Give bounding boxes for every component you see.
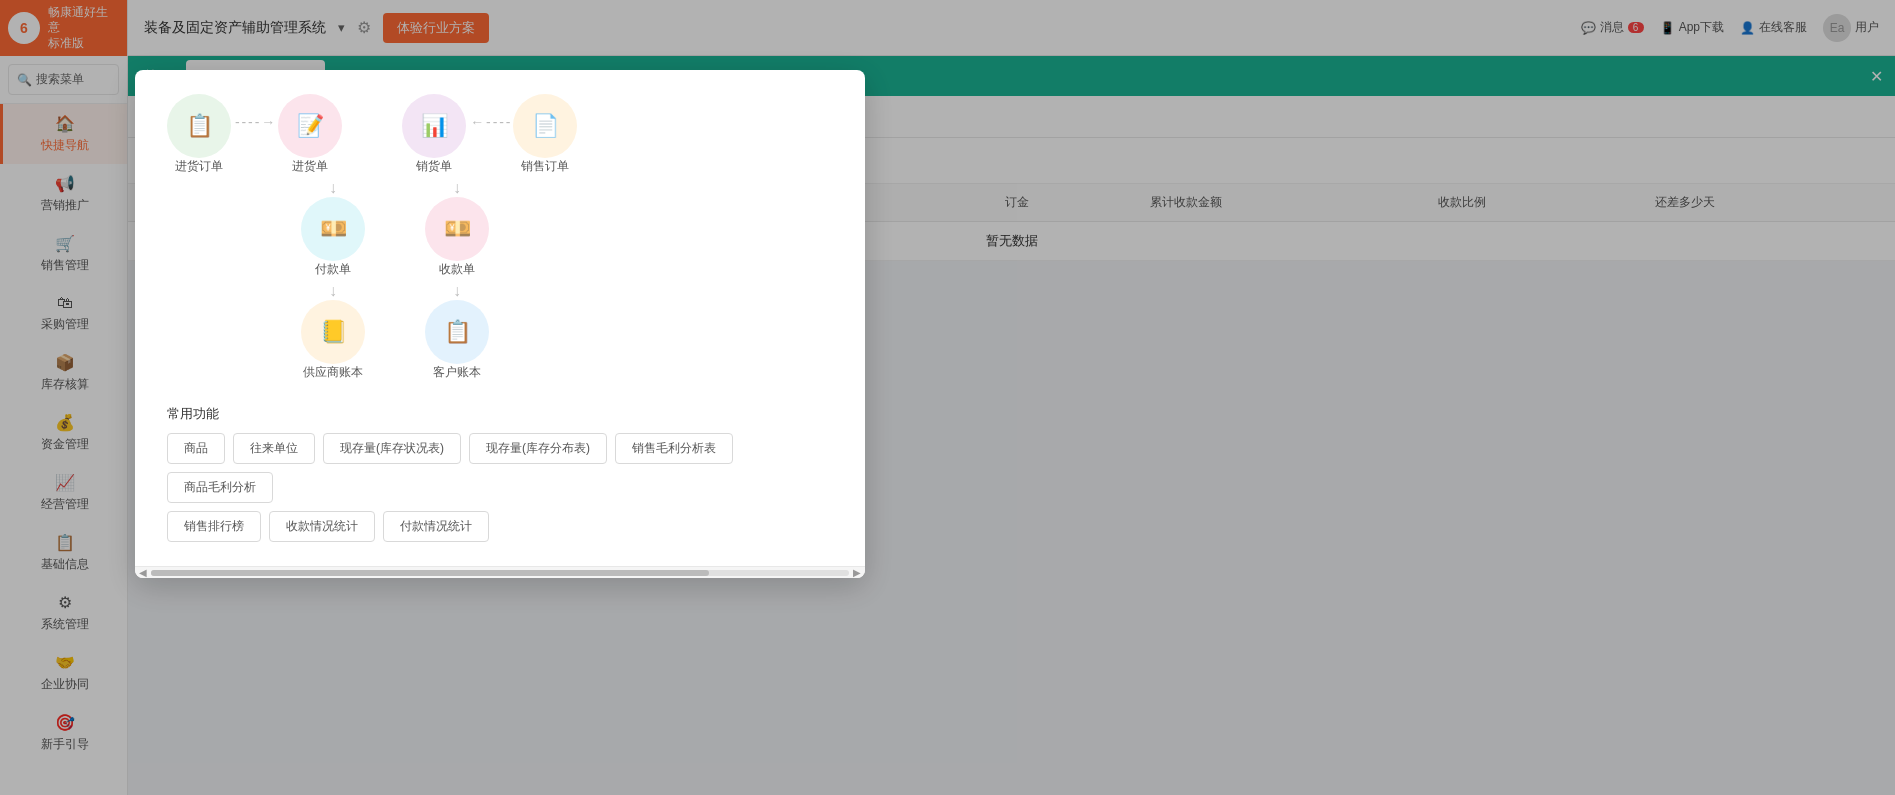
arrow-sb-receipt: ↓ — [425, 179, 489, 197]
arrow-pb-payment: ↓ — [301, 179, 365, 197]
func-buttons-row2: 销售排行榜 收款情况统计 付款情况统计 — [167, 511, 833, 542]
scrollbar-track[interactable] — [151, 570, 849, 576]
common-functions-title: 常用功能 — [167, 405, 833, 423]
modal-box: 📋 进货订单 - - - - → 📝 进货单 📊 销货单 — [135, 70, 865, 578]
arrow-po-pb: - - - - → — [231, 114, 278, 130]
func-btn-payment-stats[interactable]: 付款情况统计 — [383, 511, 489, 542]
purchase-bill-icon: 📝 — [278, 94, 342, 158]
func-btn-stock-status[interactable]: 现存量(库存状况表) — [323, 433, 461, 464]
scrollbar-thumb — [151, 570, 709, 576]
arrow-payment-supplier: ↓ — [301, 282, 365, 300]
scroll-left-icon[interactable]: ◀ — [139, 567, 147, 578]
func-buttons-row1: 商品 往来单位 现存量(库存状况表) 现存量(库存分布表) 销售毛利分析表 商品… — [167, 433, 833, 503]
modal-scrollbar: ◀ ▶ — [135, 566, 865, 578]
purchase-bill-label: 进货单 — [292, 158, 328, 175]
func-btn-sales-profit[interactable]: 销售毛利分析表 — [615, 433, 733, 464]
receipt-bill-label: 收款单 — [439, 261, 475, 278]
modal-content: 📋 进货订单 - - - - → 📝 进货单 📊 销货单 — [135, 70, 865, 566]
sales-bill-icon: 📊 — [402, 94, 466, 158]
func-btn-receipt-stats[interactable]: 收款情况统计 — [269, 511, 375, 542]
payment-bill-icon: 💴 — [301, 197, 365, 261]
arrow-receipt-customer: ↓ — [425, 282, 489, 300]
receipt-bill-col: ↓ 💴 收款单 — [425, 179, 489, 278]
func-btn-counterpart[interactable]: 往来单位 — [233, 433, 315, 464]
sales-order-node: 📄 销售订单 — [513, 94, 577, 175]
payment-bill-col: ↓ 💴 付款单 — [301, 179, 365, 278]
common-functions-section: 常用功能 商品 往来单位 现存量(库存状况表) 现存量(库存分布表) 销售毛利分… — [167, 405, 833, 542]
sales-bill-node: 📊 销货单 — [402, 94, 466, 175]
supplier-ledger-icon: 📒 — [301, 300, 365, 364]
customer-ledger-label: 客户账本 — [433, 364, 481, 381]
purchase-order-label: 进货订单 — [175, 158, 223, 175]
sales-bill-label: 销货单 — [416, 158, 452, 175]
scroll-right-icon[interactable]: ▶ — [853, 567, 861, 578]
supplier-ledger-label: 供应商账本 — [303, 364, 363, 381]
sales-order-label: 销售订单 — [521, 158, 569, 175]
sales-order-icon: 📄 — [513, 94, 577, 158]
receipt-bill-icon: 💴 — [425, 197, 489, 261]
supplier-ledger-col: ↓ 📒 供应商账本 — [301, 282, 365, 381]
purchase-order-icon: 📋 — [167, 94, 231, 158]
payment-bill-label: 付款单 — [315, 261, 351, 278]
func-btn-stock-dist[interactable]: 现存量(库存分布表) — [469, 433, 607, 464]
func-btn-product[interactable]: 商品 — [167, 433, 225, 464]
flow-chart-section: 📋 进货订单 - - - - → 📝 进货单 📊 销货单 — [167, 94, 833, 381]
customer-ledger-icon: 📋 — [425, 300, 489, 364]
arrow-so-sb: ← - - - - — [466, 114, 513, 130]
modal-overlay[interactable]: 📋 进货订单 - - - - → 📝 进货单 📊 销货单 — [0, 0, 1895, 795]
purchase-bill-node: 📝 进货单 — [278, 94, 342, 175]
func-btn-product-profit[interactable]: 商品毛利分析 — [167, 472, 273, 503]
purchase-order-node: 📋 进货订单 — [167, 94, 231, 175]
customer-ledger-col: ↓ 📋 客户账本 — [425, 282, 489, 381]
func-btn-sales-rank[interactable]: 销售排行榜 — [167, 511, 261, 542]
